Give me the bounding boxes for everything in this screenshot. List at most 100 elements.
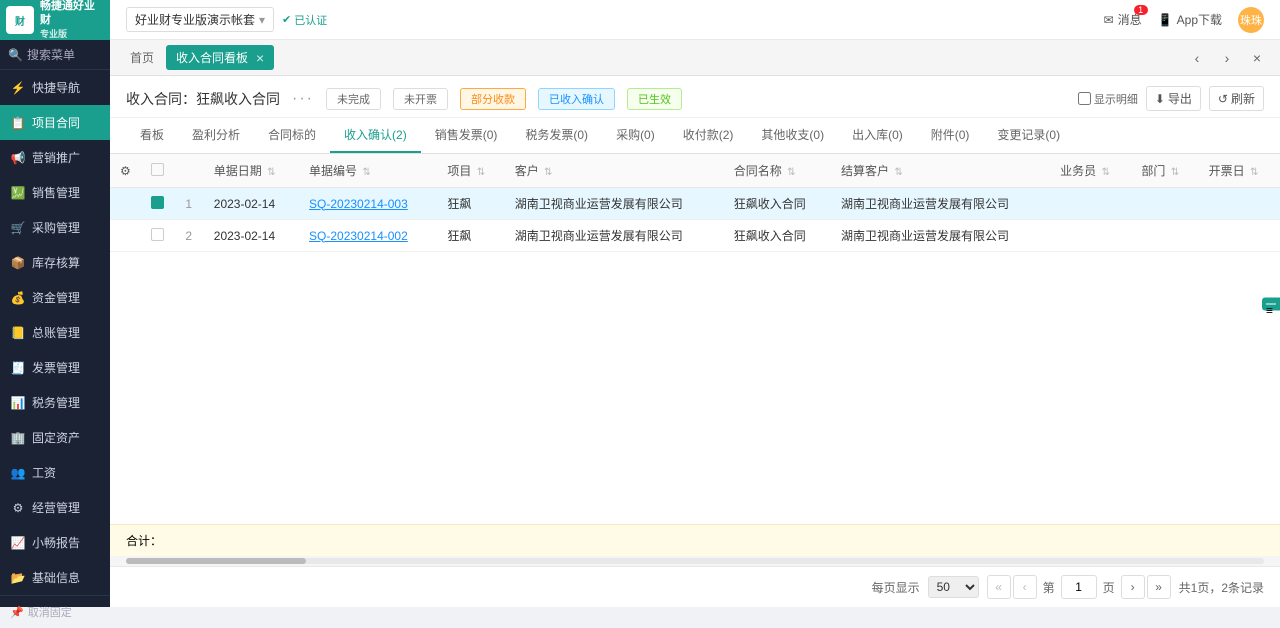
row2-checkbox[interactable] [151,228,164,241]
tab-contract-standard[interactable]: 合同标的 [254,118,330,153]
tab-payment[interactable]: 收付款(2) [669,118,748,153]
message-button[interactable]: ✉ 1 消息 [1104,11,1142,28]
avatar: 珠珠 [1238,7,1264,33]
row1-settlement-customer: 湖南卫视商业运营发展有限公司 [831,188,1050,220]
nav-prev-button[interactable]: ‹ [1186,47,1208,69]
row1-checkbox[interactable] [151,196,164,209]
scrollbar-track [126,558,1264,564]
table-wrap: ⚙ 单据日期 ⇅ 单据编号 ⇅ [110,154,1280,524]
horizontal-scrollbar[interactable] [110,556,1280,566]
last-page-button[interactable]: » [1147,575,1171,599]
home-tab[interactable]: 首页 [122,45,162,70]
tab-purchase[interactable]: 采购(0) [602,118,669,153]
tab-change-log[interactable]: 变更记录(0) [983,118,1074,153]
right-panel-icon: ≡ [1266,303,1276,304]
status-not-billed-button[interactable]: 未开票 [393,88,448,110]
row2-checkbox-cell[interactable] [141,220,174,252]
first-page-button[interactable]: « [987,575,1011,599]
sidebar-item-purchase[interactable]: 🛒 采购管理 [0,210,110,245]
unpin-button[interactable]: 📌 取消固定 [0,596,110,628]
export-label: 导出 [1168,90,1192,107]
tab-sales-invoice[interactable]: 销售发票(0) [421,118,512,153]
tab-warehouse[interactable]: 出入库(0) [838,118,917,153]
col-settlement-customer[interactable]: 结算客户 ⇅ [831,154,1050,188]
col-customer[interactable]: 客户 ⇅ [505,154,724,188]
logo-name: 畅捷通好业财 [40,0,95,26]
col-salesperson[interactable]: 业务员 ⇅ [1050,154,1131,188]
sidebar-item-project-contract[interactable]: 📋 项目合同 [0,105,110,140]
search-menu[interactable]: 🔍 搜索菜单 [0,40,110,70]
table-row[interactable]: 2 2023-02-14 SQ-20230214-002 狂飙 湖南卫视商业运营… [110,220,1280,252]
col-settings[interactable]: ⚙ [110,154,141,188]
tab-close-icon[interactable]: × [256,50,264,66]
tab-other-income[interactable]: 其他收支(0) [747,118,838,153]
table-row[interactable]: 1 2023-02-14 SQ-20230214-003 狂飙 湖南卫视商业运营… [110,188,1280,220]
sidebar: 财 畅捷通好业财 专业版 🔍 搜索菜单 ⚡ 快捷导航 📋 项目合同 📢 营销推广… [0,0,110,607]
nav-next-button[interactable]: › [1216,47,1238,69]
sidebar-item-inventory[interactable]: 📦 库存核算 [0,245,110,280]
tab-bar: 看板 盈利分析 合同标的 收入确认(2) 销售发票(0) 税务发票(0) 采购(… [110,118,1280,154]
row1-bill-no-link[interactable]: SQ-20230214-003 [309,197,408,211]
user-avatar[interactable]: 珠珠 [1238,7,1264,33]
status-partial-button[interactable]: 部分收款 [460,88,526,110]
next-page-button[interactable]: › [1121,575,1145,599]
verified-label: 已认证 [294,12,327,28]
app-download-button[interactable]: 📱 App下载 [1158,11,1222,28]
sidebar-item-funds[interactable]: 💰 资金管理 [0,280,110,315]
sidebar-item-sales[interactable]: 💹 销售管理 [0,175,110,210]
scrollbar-thumb[interactable] [126,558,306,564]
sidebar-item-report[interactable]: 📈 小畅报告 [0,525,110,560]
row1-num: 1 [174,188,204,220]
page-number-input[interactable] [1061,575,1097,599]
active-tab[interactable]: 收入合同看板 × [166,45,274,70]
show-detail-checkbox[interactable] [1078,92,1091,105]
sidebar-item-marketing[interactable]: 📢 营销推广 [0,140,110,175]
col-bill-no[interactable]: 单据编号 ⇅ [299,154,437,188]
general-ledger-icon: 📒 [10,325,26,341]
sidebar-item-ops[interactable]: ⚙ 经营管理 [0,490,110,525]
tab-income-confirm[interactable]: 收入确认(2) [330,118,421,153]
show-detail-label[interactable]: 显示明细 [1078,91,1138,107]
row1-bill-no[interactable]: SQ-20230214-003 [299,188,437,220]
tab-tax-invoice[interactable]: 税务发票(0) [511,118,602,153]
status-incomplete-button[interactable]: 未完成 [326,88,381,110]
row1-checkbox-cell[interactable] [141,188,174,220]
row1-contract-name: 狂飙收入合同 [724,188,831,220]
col-project[interactable]: 项目 ⇅ [437,154,504,188]
refresh-button[interactable]: ↺ 刷新 [1209,86,1264,111]
page-size-select[interactable]: 20 50 100 200 [928,576,979,598]
right-panel-toggle[interactable]: ≡ [1262,297,1280,310]
col-bill-no-label: 单据编号 [309,164,357,178]
export-button[interactable]: ⬇ 导出 [1146,86,1201,111]
company-chevron-icon: ▾ [259,13,265,27]
more-options-icon[interactable]: ··· [292,90,314,108]
sidebar-item-hr[interactable]: 👥 工资 [0,455,110,490]
prev-page-button[interactable]: ‹ [1013,575,1037,599]
nav-close-button[interactable]: × [1246,47,1268,69]
sidebar-item-quick-nav[interactable]: ⚡ 快捷导航 [0,70,110,105]
sidebar-item-tax[interactable]: 📊 税务管理 [0,385,110,420]
sidebar-item-general-ledger[interactable]: 📒 总账管理 [0,315,110,350]
row1-settings-cell [110,188,141,220]
topbar-right: ✉ 1 消息 📱 App下载 珠珠 [1104,7,1264,33]
col-open-date[interactable]: 开票日 ⇅ [1199,154,1280,188]
status-effective-button[interactable]: 已生效 [627,88,682,110]
col-contract-name[interactable]: 合同名称 ⇅ [724,154,831,188]
sidebar-item-basic[interactable]: 📂 基础信息 [0,560,110,595]
col-checkbox-all[interactable] [141,154,174,188]
row2-bill-no[interactable]: SQ-20230214-002 [299,220,437,252]
search-menu-label: 搜索菜单 [27,46,75,63]
col-department[interactable]: 部门 ⇅ [1131,154,1198,188]
sidebar-item-fixed-assets[interactable]: 🏢 固定资产 [0,420,110,455]
col-date[interactable]: 单据日期 ⇅ [204,154,299,188]
status-confirmed-button[interactable]: 已收入确认 [538,88,615,110]
select-all-checkbox[interactable] [151,163,164,176]
sidebar-label-funds: 资金管理 [32,289,80,306]
sidebar-item-invoice[interactable]: 🧾 发票管理 [0,350,110,385]
row2-bill-no-link[interactable]: SQ-20230214-002 [309,229,408,243]
data-table: ⚙ 单据日期 ⇅ 单据编号 ⇅ [110,154,1280,252]
tab-attachment[interactable]: 附件(0) [917,118,984,153]
tab-profit[interactable]: 盈利分析 [178,118,254,153]
tab-kanban[interactable]: 看板 [126,118,178,153]
company-selector[interactable]: 好业财专业版演示帐套 ▾ [126,7,274,32]
